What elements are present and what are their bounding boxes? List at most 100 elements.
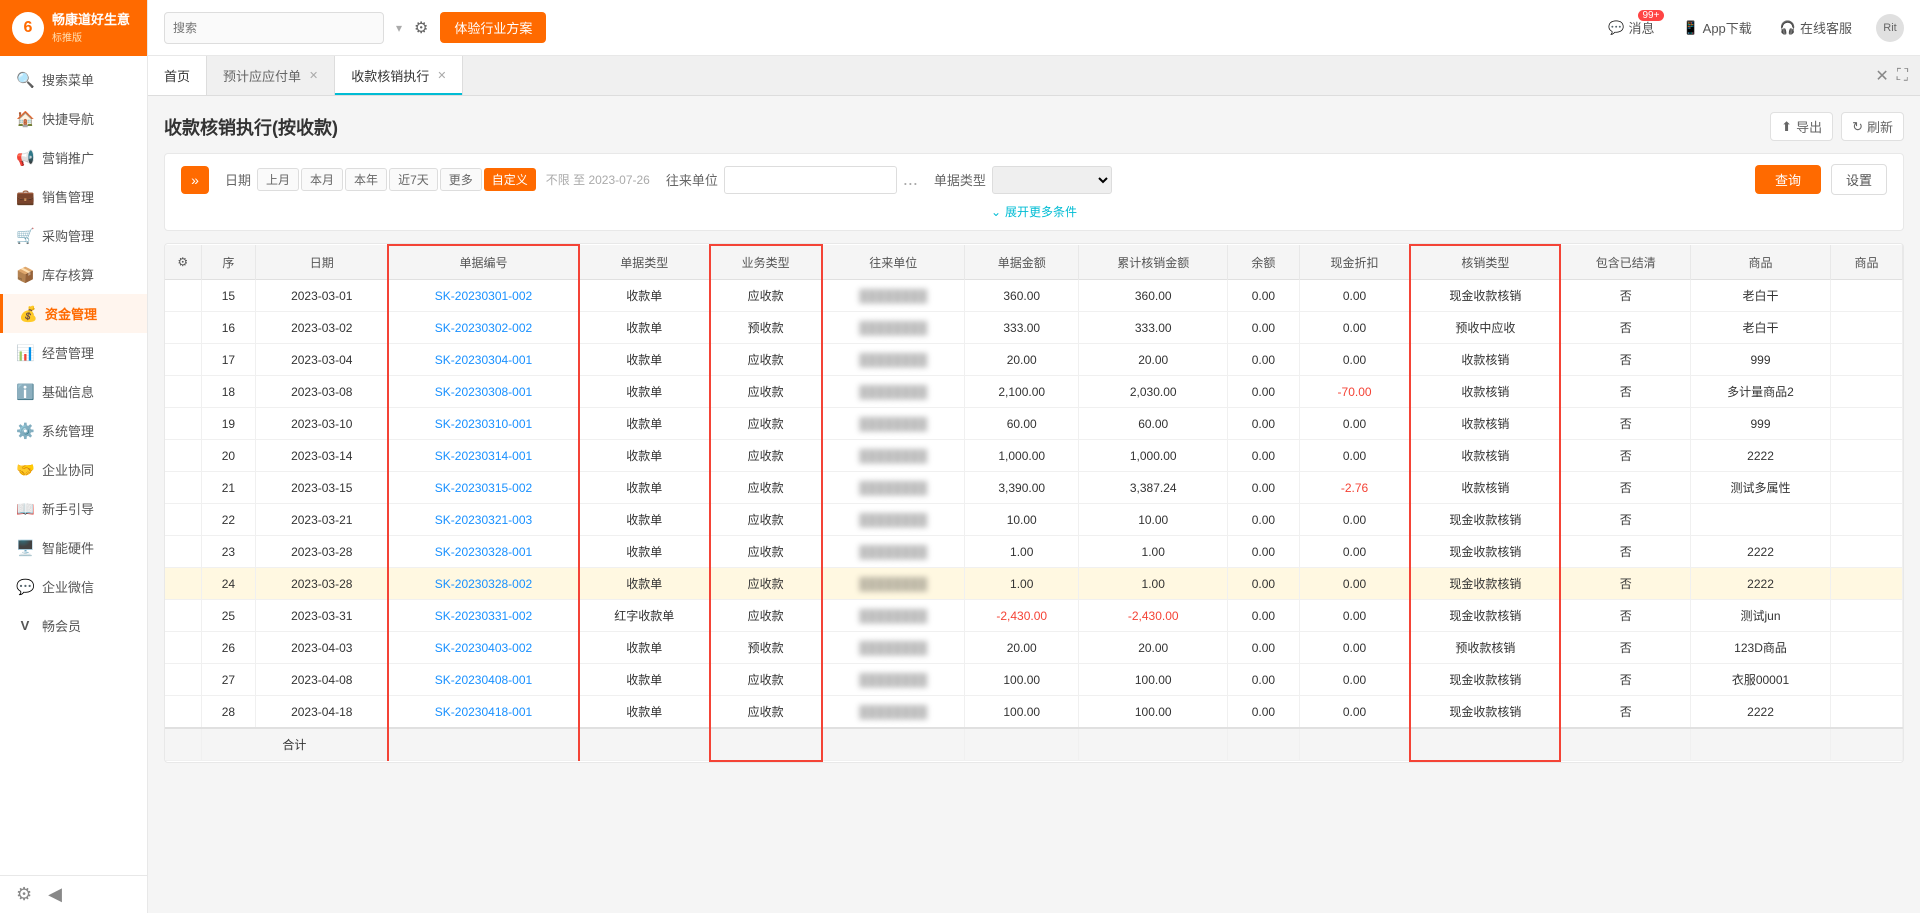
bill-no-link[interactable]: SK-20230314-001 xyxy=(435,449,532,463)
close-window-icon[interactable]: ✕ xyxy=(1875,66,1888,86)
bill-no-link[interactable]: SK-20230321-003 xyxy=(435,513,532,527)
export-icon: ⬆ xyxy=(1781,119,1792,135)
counterpart-dots[interactable]: ... xyxy=(903,169,918,190)
date-btn-this-year[interactable]: 本年 xyxy=(345,168,387,191)
online-service-button[interactable]: 🎧 在线客服 xyxy=(1780,18,1852,37)
bill-no-link[interactable]: SK-20230304-001 xyxy=(435,353,532,367)
col-header-writeoff-type[interactable]: 核销类型 xyxy=(1410,245,1560,280)
bill-no-link[interactable]: SK-20230328-001 xyxy=(435,545,532,559)
table-row[interactable]: 252023-03-31SK-20230331-002红字收款单应收款█████… xyxy=(165,600,1903,632)
table-row[interactable]: 202023-03-14SK-20230314-001收款单应收款███████… xyxy=(165,440,1903,472)
bill-no-link[interactable]: SK-20230331-002 xyxy=(435,609,532,623)
col-header-include-settled[interactable]: 包含已结清 xyxy=(1560,245,1690,280)
sidebar-item-hardware[interactable]: 🖥️ 智能硬件 xyxy=(0,528,147,567)
export-button[interactable]: ⬆ 导出 xyxy=(1770,112,1833,141)
sidebar-item-basic[interactable]: ℹ️ 基础信息 xyxy=(0,372,147,411)
maximize-window-icon[interactable]: ⛶ xyxy=(1897,67,1908,85)
col-header-counterpart[interactable]: 往来单位 xyxy=(822,245,965,280)
sidebar-settings-icon[interactable]: ⚙ xyxy=(16,884,32,905)
query-button[interactable]: 查询 xyxy=(1755,165,1821,194)
bill-no-link[interactable]: SK-20230301-002 xyxy=(435,289,532,303)
table-row[interactable]: 182023-03-08SK-20230308-001收款单应收款███████… xyxy=(165,376,1903,408)
date-btn-7days[interactable]: 近7天 xyxy=(389,168,438,191)
table-row[interactable]: 162023-03-02SK-20230302-002收款单预收款███████… xyxy=(165,312,1903,344)
col-header-product[interactable]: 商品 xyxy=(1691,245,1831,280)
user-avatar[interactable]: Rit xyxy=(1876,14,1904,42)
sidebar-item-member[interactable]: V 畅会员 xyxy=(0,606,147,645)
logo-icon: 6 xyxy=(12,12,44,44)
sidebar-item-operations[interactable]: 📊 经营管理 xyxy=(0,333,147,372)
sidebar-item-system[interactable]: ⚙️ 系统管理 xyxy=(0,411,147,450)
sidebar-item-search[interactable]: 🔍 搜索菜单 xyxy=(0,60,147,99)
table-row[interactable]: 192023-03-10SK-20230310-001收款单应收款███████… xyxy=(165,408,1903,440)
book-icon: 📖 xyxy=(16,500,34,518)
bill-no-link[interactable]: SK-20230408-001 xyxy=(435,673,532,687)
table-row[interactable]: 152023-03-01SK-20230301-002收款单应收款███████… xyxy=(165,280,1903,312)
col-header-gear[interactable]: ⚙ xyxy=(165,245,201,280)
footer-biz-type xyxy=(710,728,822,761)
col-header-date[interactable]: 日期 xyxy=(256,245,388,280)
filter-expand-button[interactable]: » xyxy=(181,166,209,194)
topbar-gear-icon[interactable]: ⚙ xyxy=(414,18,428,38)
sidebar-item-sales[interactable]: 💼 销售管理 xyxy=(0,177,147,216)
date-btn-last-month[interactable]: 上月 xyxy=(257,168,299,191)
table-row[interactable]: 282023-04-18SK-20230418-001收款单应收款███████… xyxy=(165,696,1903,729)
sidebar-item-finance[interactable]: 💰 资金管理 xyxy=(0,294,147,333)
col-header-bill-type[interactable]: 单据类型 xyxy=(579,245,710,280)
col-header-total-writeoff[interactable]: 累计核销金额 xyxy=(1079,245,1228,280)
topbar-search-input[interactable] xyxy=(164,12,384,44)
date-btn-more[interactable]: 更多 xyxy=(440,168,482,191)
table-row[interactable]: 232023-03-28SK-20230328-001收款单应收款███████… xyxy=(165,536,1903,568)
bill-type-select[interactable] xyxy=(992,166,1112,194)
date-btn-this-month[interactable]: 本月 xyxy=(301,168,343,191)
col-header-biz-type[interactable]: 业务类型 xyxy=(710,245,822,280)
member-icon: V xyxy=(16,618,34,633)
counterpart-input[interactable] xyxy=(724,166,897,194)
notifications-button[interactable]: 💬 消息 99+ xyxy=(1608,18,1654,37)
col-header-amount[interactable]: 单据金额 xyxy=(964,245,1079,280)
table-row[interactable]: 242023-03-28SK-20230328-002收款单应收款███████… xyxy=(165,568,1903,600)
col-header-bill-no[interactable]: 单据编号 xyxy=(388,245,579,280)
sidebar-item-purchase[interactable]: 🛒 采购管理 xyxy=(0,216,147,255)
bill-no-link[interactable]: SK-20230310-001 xyxy=(435,417,532,431)
tab-home[interactable]: 首页 xyxy=(148,56,207,95)
sidebar-item-inventory[interactable]: 📦 库存核算 xyxy=(0,255,147,294)
industry-solution-button[interactable]: 体验行业方案 xyxy=(440,12,546,43)
refresh-icon: ↻ xyxy=(1852,119,1863,135)
bill-no-link[interactable]: SK-20230403-002 xyxy=(435,641,532,655)
col-header-balance[interactable]: 余额 xyxy=(1227,245,1299,280)
sidebar-item-enterprise[interactable]: 🤝 企业协同 xyxy=(0,450,147,489)
table-row[interactable]: 262023-04-03SK-20230403-002收款单预收款███████… xyxy=(165,632,1903,664)
bill-no-link[interactable]: SK-20230418-001 xyxy=(435,705,532,719)
bill-no-link[interactable]: SK-20230328-002 xyxy=(435,577,532,591)
sidebar-item-wechat[interactable]: 💬 企业微信 xyxy=(0,567,147,606)
tab-collection-close-icon[interactable]: ✕ xyxy=(437,69,446,82)
sidebar-item-marketing[interactable]: 📢 营销推广 xyxy=(0,138,147,177)
bill-no-link[interactable]: SK-20230302-002 xyxy=(435,321,532,335)
table-body: 152023-03-01SK-20230301-002收款单应收款███████… xyxy=(165,280,1903,729)
refresh-button[interactable]: ↻ 刷新 xyxy=(1841,112,1904,141)
tab-receivable-close-icon[interactable]: ✕ xyxy=(309,69,318,82)
sidebar-collapse-icon[interactable]: ◀ xyxy=(48,884,62,905)
dropdown-arrow-icon[interactable]: ▾ xyxy=(396,21,402,35)
page-actions: ⬆ 导出 ↻ 刷新 xyxy=(1770,112,1904,141)
bill-no-link[interactable]: SK-20230308-001 xyxy=(435,385,532,399)
app-download-button[interactable]: 📱 App下载 xyxy=(1682,18,1751,37)
table-row[interactable]: 212023-03-15SK-20230315-002收款单应收款███████… xyxy=(165,472,1903,504)
sidebar-item-shortcut[interactable]: 🏠 快捷导航 xyxy=(0,99,147,138)
col-header-product2[interactable]: 商品 xyxy=(1831,245,1903,280)
footer-counterpart xyxy=(822,728,965,761)
bill-no-link[interactable]: SK-20230315-002 xyxy=(435,481,532,495)
sidebar-item-guide[interactable]: 📖 新手引导 xyxy=(0,489,147,528)
tab-collection[interactable]: 收款核销执行 ✕ xyxy=(335,56,463,95)
date-btn-custom[interactable]: 自定义 xyxy=(484,168,536,191)
table-row[interactable]: 222023-03-21SK-20230321-003收款单应收款███████… xyxy=(165,504,1903,536)
expand-more-button[interactable]: ⌄ 展开更多条件 xyxy=(991,203,1077,220)
footer-include-settled xyxy=(1560,728,1690,761)
col-header-cash-discount[interactable]: 现金折扣 xyxy=(1299,245,1410,280)
home-icon: 🏠 xyxy=(16,110,34,128)
table-row[interactable]: 272023-04-08SK-20230408-001收款单应收款███████… xyxy=(165,664,1903,696)
tab-receivable[interactable]: 预计应应付单 ✕ xyxy=(207,56,335,95)
filter-settings-button[interactable]: 设置 xyxy=(1831,164,1887,195)
table-row[interactable]: 172023-03-04SK-20230304-001收款单应收款███████… xyxy=(165,344,1903,376)
